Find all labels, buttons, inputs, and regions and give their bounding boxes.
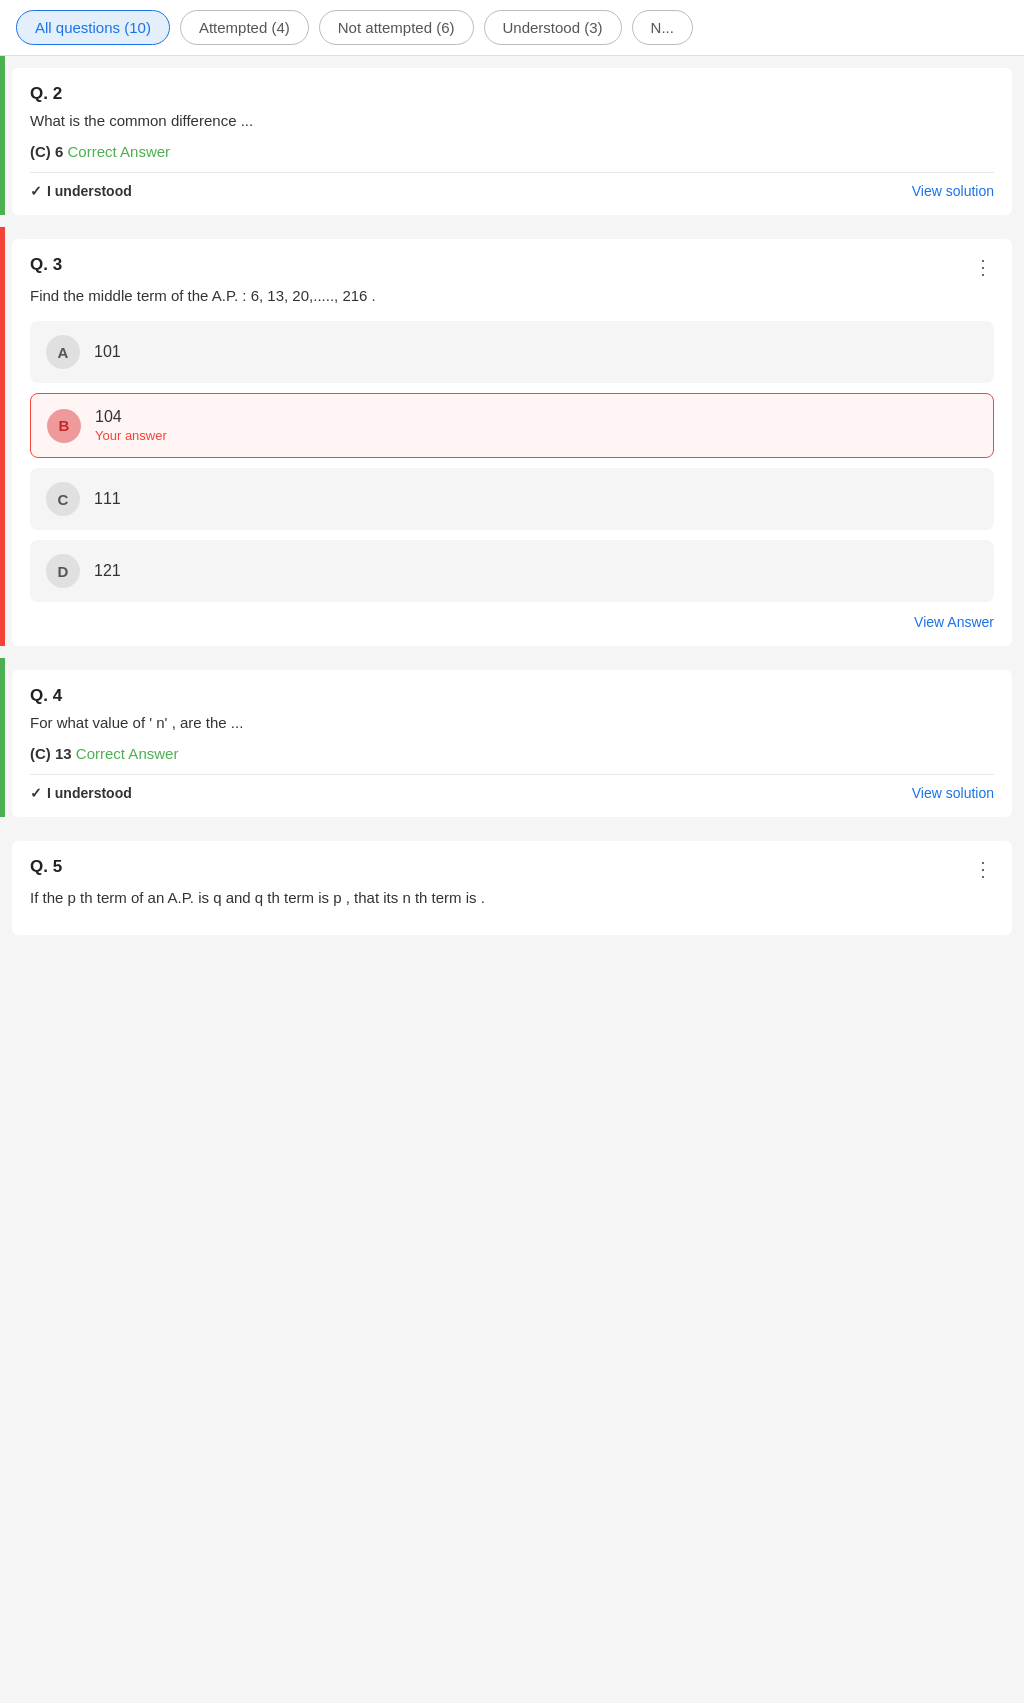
q2-view-solution[interactable]: View solution bbox=[912, 183, 994, 199]
q3-option-d-value: 121 bbox=[94, 562, 121, 580]
q3-more-options[interactable]: ⋮ bbox=[973, 255, 994, 279]
q4-view-solution[interactable]: View solution bbox=[912, 785, 994, 801]
card-inner-q4: Q. 4 For what value of ' n' , are the ..… bbox=[12, 670, 1012, 817]
question-card-q3: Q. 3 ⋮ Find the middle term of the A.P. … bbox=[0, 227, 1024, 647]
q2-footer: ✓ I understood View solution bbox=[30, 172, 994, 199]
question-card-q5: Q. 5 ⋮ If the p th term of an A.P. is q … bbox=[0, 829, 1024, 948]
questions-container: Q. 2 What is the common difference ... (… bbox=[0, 56, 1024, 947]
q2-text: What is the common difference ... bbox=[30, 110, 994, 133]
q3-view-answer[interactable]: View Answer bbox=[30, 614, 994, 630]
q2-header: Q. 2 bbox=[30, 84, 994, 104]
tab-attempted[interactable]: Attempted (4) bbox=[180, 10, 309, 45]
q4-footer: ✓ I understood View solution bbox=[30, 774, 994, 801]
q3-option-b-letter: B bbox=[47, 409, 81, 443]
q5-text: If the p th term of an A.P. is q and q t… bbox=[30, 887, 994, 910]
q3-option-b[interactable]: B 104 Your answer bbox=[30, 393, 994, 458]
q2-answer-text: (C) 6 bbox=[30, 143, 63, 160]
q3-option-c-value: 111 bbox=[94, 490, 121, 508]
q2-understood-text: I understood bbox=[47, 183, 132, 199]
q3-option-d-content: 121 bbox=[94, 562, 121, 580]
q3-option-a-content: 101 bbox=[94, 343, 121, 361]
q3-option-b-content: 104 Your answer bbox=[95, 408, 167, 443]
q3-option-d-letter: D bbox=[46, 554, 80, 588]
tab-not-attempted[interactable]: Not attempted (6) bbox=[319, 10, 474, 45]
q4-header: Q. 4 bbox=[30, 686, 994, 706]
q3-option-b-value: 104 bbox=[95, 408, 167, 426]
tab-all-questions[interactable]: All questions (10) bbox=[16, 10, 170, 45]
q2-understood: ✓ I understood bbox=[30, 183, 132, 199]
q3-option-d[interactable]: D 121 bbox=[30, 540, 994, 602]
q2-answer: (C) 6 Correct Answer bbox=[30, 143, 994, 160]
q3-number: Q. 3 bbox=[30, 255, 62, 275]
q4-understood-text: I understood bbox=[47, 785, 132, 801]
q5-more-options[interactable]: ⋮ bbox=[973, 857, 994, 881]
q5-number: Q. 5 bbox=[30, 857, 62, 877]
q4-text: For what value of ' n' , are the ... bbox=[30, 712, 994, 735]
q3-option-a[interactable]: A 101 bbox=[30, 321, 994, 383]
q5-header: Q. 5 ⋮ bbox=[30, 857, 994, 881]
q3-options-list: A 101 B 104 Your answer bbox=[30, 321, 994, 602]
q4-number: Q. 4 bbox=[30, 686, 62, 706]
check-icon-q4: ✓ bbox=[30, 785, 42, 801]
q3-option-b-sub: Your answer bbox=[95, 428, 167, 443]
q3-option-a-letter: A bbox=[46, 335, 80, 369]
q3-option-c[interactable]: C 111 bbox=[30, 468, 994, 530]
q4-understood: ✓ I understood bbox=[30, 785, 132, 801]
tab-not-understood[interactable]: N... bbox=[632, 10, 693, 45]
q3-option-c-content: 111 bbox=[94, 490, 121, 508]
card-inner-q5: Q. 5 ⋮ If the p th term of an A.P. is q … bbox=[12, 841, 1012, 936]
q3-option-c-letter: C bbox=[46, 482, 80, 516]
q4-answer-text: (C) 13 bbox=[30, 745, 72, 762]
check-icon-q2: ✓ bbox=[30, 183, 42, 199]
q4-correct-label: Correct Answer bbox=[76, 745, 179, 762]
question-card-q4: Q. 4 For what value of ' n' , are the ..… bbox=[0, 658, 1024, 817]
question-card-q2: Q. 2 What is the common difference ... (… bbox=[0, 56, 1024, 215]
q2-number: Q. 2 bbox=[30, 84, 62, 104]
q4-answer: (C) 13 Correct Answer bbox=[30, 745, 994, 762]
q3-header: Q. 3 ⋮ bbox=[30, 255, 994, 279]
q3-option-a-value: 101 bbox=[94, 343, 121, 361]
tab-understood[interactable]: Understood (3) bbox=[484, 10, 622, 45]
card-inner-q2: Q. 2 What is the common difference ... (… bbox=[12, 68, 1012, 215]
q3-text: Find the middle term of the A.P. : 6, 13… bbox=[30, 285, 994, 308]
q2-correct-label: Correct Answer bbox=[68, 143, 171, 160]
filter-bar: All questions (10) Attempted (4) Not att… bbox=[0, 0, 1024, 56]
card-inner-q3: Q. 3 ⋮ Find the middle term of the A.P. … bbox=[12, 239, 1012, 647]
